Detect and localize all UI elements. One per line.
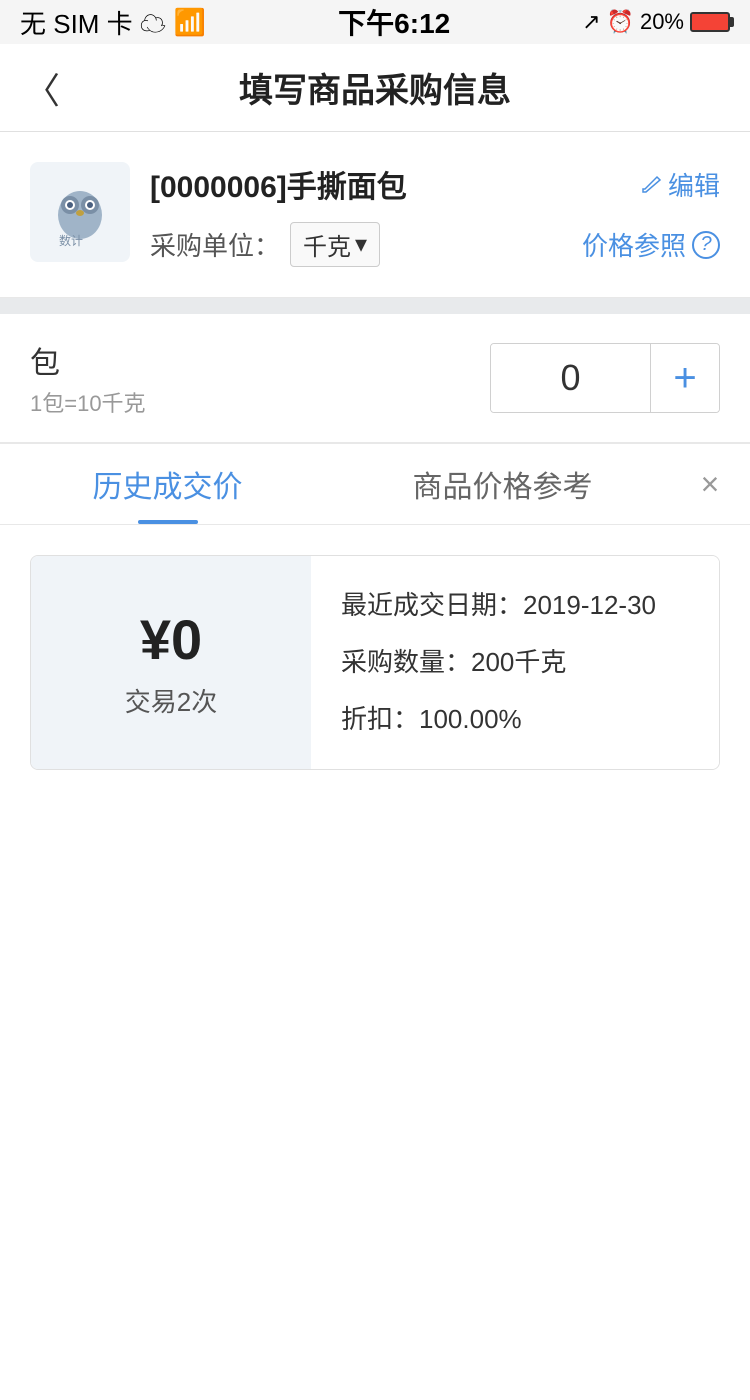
quantity-row: 包 1包=10千克 + bbox=[0, 314, 750, 443]
date-label: 最近成交日期： bbox=[341, 590, 523, 620]
tabs-header: 历史成交价 商品价格参考 × bbox=[0, 444, 750, 525]
unit-left: 采购单位： 千克 ▾ bbox=[150, 222, 380, 267]
quantity-input-group: + bbox=[490, 343, 720, 413]
quantity-plus-button[interactable]: + bbox=[651, 344, 719, 412]
sim-label: 无 SIM 卡 ☁ bbox=[20, 4, 166, 41]
unit-dropdown[interactable]: 千克 ▾ bbox=[290, 222, 380, 267]
tabs-panel: 历史成交价 商品价格参考 × ¥0 交易2次 最近成交日期：2019-12-30… bbox=[0, 443, 750, 800]
status-right: ↗ ⏰ 20% bbox=[582, 9, 730, 35]
product-image: 数计 bbox=[30, 162, 130, 262]
quantity-conversion: 1包=10千克 bbox=[30, 386, 146, 418]
quantity-unit: 包 bbox=[30, 338, 146, 382]
tab-history-price[interactable]: 历史成交价 bbox=[0, 444, 335, 524]
alarm-icon: ⏰ bbox=[607, 9, 634, 35]
discount-label: 折扣： bbox=[341, 704, 419, 734]
quantity-input[interactable] bbox=[491, 344, 651, 412]
history-content: ¥0 交易2次 最近成交日期：2019-12-30 采购数量：200千克 折扣：… bbox=[0, 525, 750, 800]
product-unit-row: 采购单位： 千克 ▾ 价格参照 ? bbox=[150, 222, 720, 267]
nav-bar: 〈 填写商品采购信息 bbox=[0, 44, 750, 132]
wifi-icon: 📶 bbox=[174, 7, 206, 38]
svg-text:数计: 数计 bbox=[59, 233, 83, 247]
history-quantity-row: 采购数量：200千克 bbox=[341, 643, 689, 682]
tab-price-ref-label: 商品价格参考 bbox=[413, 462, 593, 506]
history-date-row: 最近成交日期：2019-12-30 bbox=[341, 586, 689, 625]
edit-button[interactable]: 编辑 bbox=[642, 166, 720, 203]
price-ref-button[interactable]: 价格参照 ? bbox=[582, 226, 720, 263]
status-bar: 无 SIM 卡 ☁ 📶 下午6:12 ↗ ⏰ 20% bbox=[0, 0, 750, 44]
quantity-detail-value: 200千克 bbox=[471, 647, 566, 677]
edit-icon bbox=[642, 173, 664, 195]
unit-text: 采购单位： bbox=[150, 226, 280, 263]
date-value: 2019-12-30 bbox=[523, 590, 656, 620]
tab-history-label: 历史成交价 bbox=[93, 462, 243, 506]
unit-value: 千克 bbox=[303, 227, 351, 262]
bottom-space bbox=[0, 800, 750, 1400]
price-ref-label: 价格参照 bbox=[582, 226, 686, 263]
location-icon: ↗ bbox=[582, 9, 600, 35]
history-price-section: ¥0 交易2次 bbox=[31, 556, 311, 769]
history-discount-row: 折扣：100.00% bbox=[341, 700, 689, 739]
battery-percent: 20% bbox=[640, 9, 684, 35]
discount-value: 100.00% bbox=[419, 704, 522, 734]
history-price: ¥0 bbox=[140, 607, 202, 672]
product-name: [0000006]手撕面包 bbox=[150, 162, 407, 206]
product-header: [0000006]手撕面包 编辑 bbox=[150, 162, 720, 206]
page-title: 填写商品采购信息 bbox=[239, 63, 511, 112]
quantity-detail-label: 采购数量： bbox=[341, 647, 471, 677]
currency-symbol: ¥ bbox=[140, 608, 171, 671]
tab-price-reference[interactable]: 商品价格参考 bbox=[335, 444, 670, 524]
quantity-label: 包 1包=10千克 bbox=[30, 338, 146, 418]
help-icon: ? bbox=[692, 231, 720, 259]
status-time: 下午6:12 bbox=[338, 2, 450, 42]
edit-label: 编辑 bbox=[668, 166, 720, 203]
dropdown-chevron-icon: ▾ bbox=[355, 230, 367, 259]
close-icon: × bbox=[701, 466, 720, 503]
product-info: [0000006]手撕面包 编辑 采购单位： 千克 ▾ 价格参照 ? bbox=[150, 162, 720, 267]
product-card: 数计 [0000006]手撕面包 编辑 采购单位： 千克 ▾ 价格参照 bbox=[0, 132, 750, 298]
back-button[interactable]: 〈 bbox=[24, 62, 60, 114]
history-card: ¥0 交易2次 最近成交日期：2019-12-30 采购数量：200千克 折扣：… bbox=[30, 555, 720, 770]
price-value: 0 bbox=[171, 608, 202, 671]
battery-icon bbox=[690, 12, 730, 32]
history-trades: 交易2次 bbox=[125, 682, 217, 719]
status-left: 无 SIM 卡 ☁ 📶 bbox=[20, 4, 206, 41]
section-divider bbox=[0, 298, 750, 314]
history-detail-section: 最近成交日期：2019-12-30 采购数量：200千克 折扣：100.00% bbox=[311, 556, 719, 769]
product-owl-icon: 数计 bbox=[45, 177, 115, 247]
tabs-close-button[interactable]: × bbox=[670, 444, 750, 524]
